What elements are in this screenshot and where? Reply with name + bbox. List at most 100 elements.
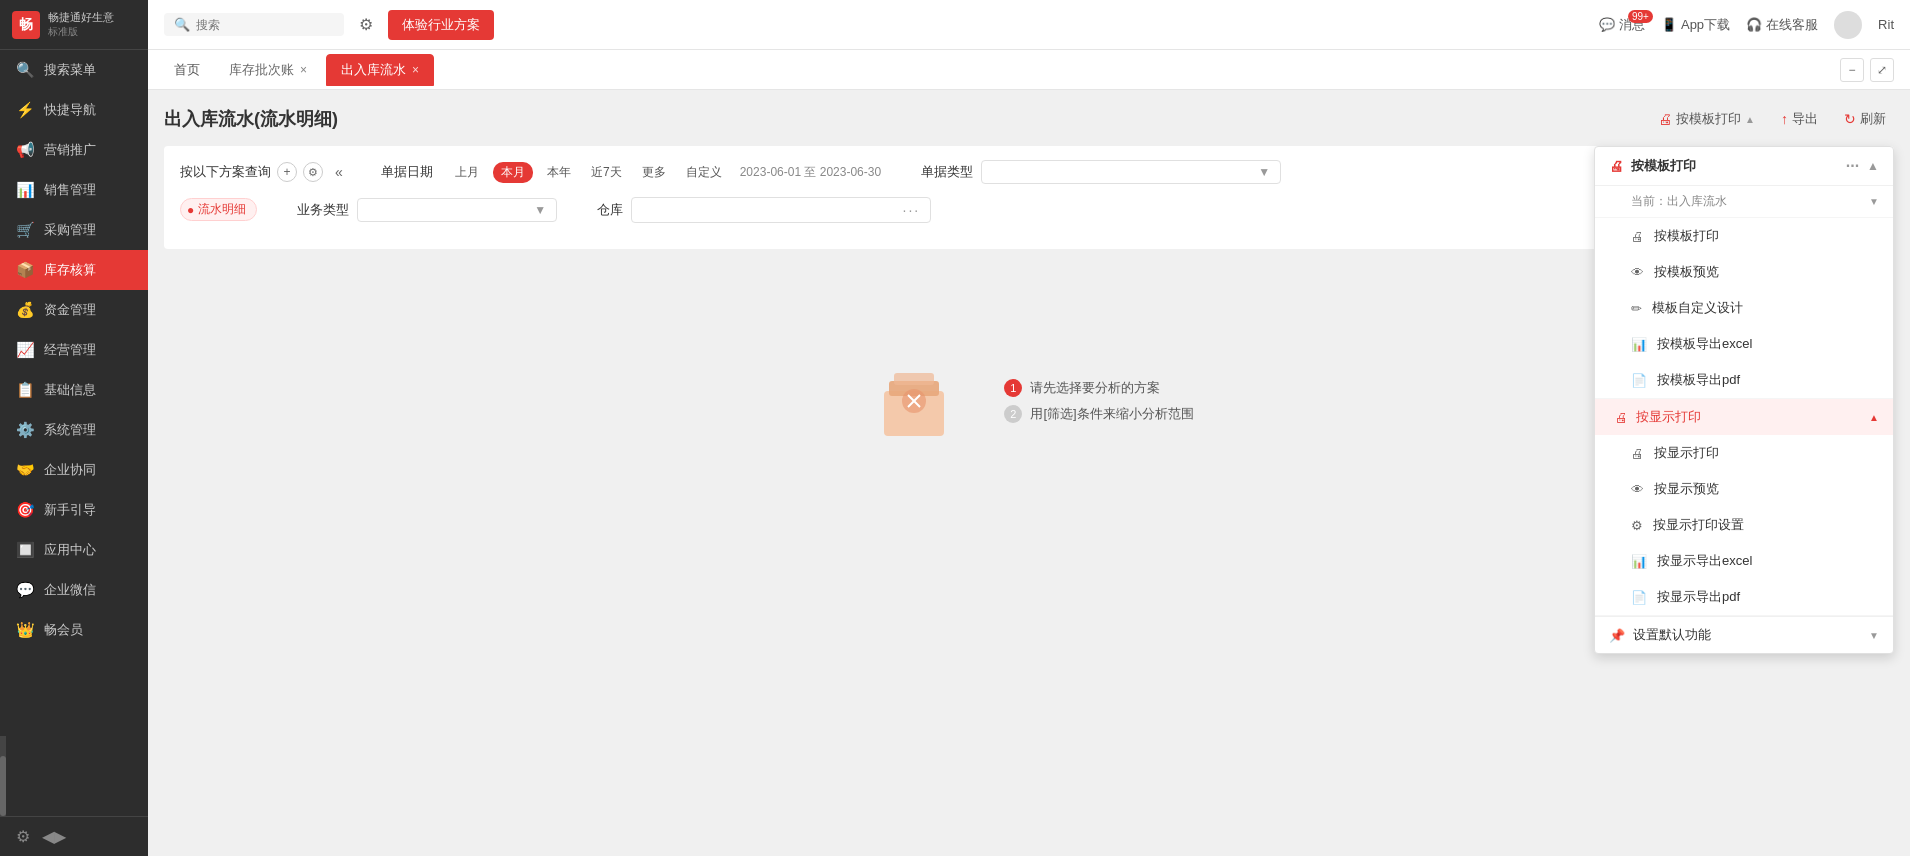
sidebar-item-marketing[interactable]: 📢 营销推广 [0,130,148,170]
online-service-button[interactable]: 🎧 在线客服 [1746,16,1818,34]
username: Rit [1878,17,1894,32]
empty-illustration [864,351,964,451]
print-icon: 🖨 [1631,229,1644,244]
date-last-month[interactable]: 上月 [449,162,485,183]
sidebar-item-operation[interactable]: 📈 经营管理 [0,330,148,370]
display-section-header[interactable]: 🖨 按显示打印 ▲ [1595,399,1893,435]
biz-type-select[interactable]: ▼ [357,198,557,222]
template-section: 🖨 按模板打印 👁 按模板预览 ✏ 模板自定义设计 📊 按模板导出excel 📄 [1595,218,1893,399]
target-icon: 🎯 [16,501,34,519]
more-dots-icon: ··· [903,202,921,218]
sidebar-scrollbar [0,736,6,816]
chevron-up-icon: ▲ [1745,114,1755,125]
search-icon: 🔍 [16,61,34,79]
app-icon: 🔲 [16,541,34,559]
sidebar-item-sales[interactable]: 📊 销售管理 [0,170,148,210]
template-export-pdf-item[interactable]: 📄 按模板导出pdf [1595,362,1893,398]
date-custom[interactable]: 自定义 [680,162,728,183]
sidebar-item-system[interactable]: ⚙️ 系统管理 [0,410,148,450]
page-header: 出入库流水(流水明细) 🖨 按模板打印 ▲ ↑ 导出 ↻ 刷新 [164,106,1894,132]
gear-icon: ⚙️ [16,421,34,439]
refresh-button[interactable]: ↻ 刷新 [1836,106,1894,132]
search-icon: 🔍 [174,17,190,32]
date-range: 2023-06-01 至 2023-06-30 [740,164,881,181]
display-settings-icon: ⚙ [1631,518,1643,533]
dropdown-header-left: 🖨 按模板打印 [1609,157,1696,175]
industry-solution-button[interactable]: 体验行业方案 [388,10,494,40]
chevron-up-icon[interactable]: ▲ [1867,159,1879,173]
wechat-icon: 💬 [16,581,34,599]
sidebar-item-enterprise[interactable]: 🤝 企业协同 [0,450,148,490]
display-preview-item[interactable]: 👁 按显示预览 [1595,471,1893,507]
sidebar-item-inventory[interactable]: 📦 库存核算 [0,250,148,290]
more-options-icon[interactable]: ··· [1846,157,1859,175]
date-this-month[interactable]: 本月 [493,162,533,183]
display-export-excel-item[interactable]: 📊 按显示导出excel [1595,543,1893,579]
doc-type-label: 单据类型 [921,163,973,181]
step-2-number: 2 [1004,405,1022,423]
export-button[interactable]: ↑ 导出 [1773,106,1826,132]
crown-icon: 👑 [16,621,34,639]
topbar-search-box[interactable]: 🔍 [164,13,344,36]
design-icon: ✏ [1631,301,1642,316]
date-this-year[interactable]: 本年 [541,162,577,183]
tab-batch-account[interactable]: 库存批次账 × [214,54,322,86]
display-export-pdf-item[interactable]: 📄 按显示导出pdf [1595,579,1893,615]
sidebar-bottom: ⚙ ◀▶ [0,816,148,856]
collapse-icon[interactable]: ◀▶ [42,827,66,846]
filter-gear-button[interactable]: ⚙ [303,162,323,182]
search-input[interactable] [196,18,316,32]
page-actions: 🖨 按模板打印 ▲ ↑ 导出 ↻ 刷新 [1650,106,1894,132]
template-print-item[interactable]: 🖨 按模板打印 [1595,218,1893,254]
filter-add-button[interactable]: + [277,162,297,182]
step-1-number: 1 [1004,379,1022,397]
template-preview-item[interactable]: 👁 按模板预览 [1595,254,1893,290]
dropdown-footer[interactable]: 📌 设置默认功能 ▼ [1595,616,1893,653]
sidebar-item-guide[interactable]: 🎯 新手引导 [0,490,148,530]
sidebar-nav: 🔍 搜索菜单 ⚡ 快捷导航 📢 营销推广 📊 销售管理 🛒 采购管理 📦 库存核… [0,50,148,736]
warehouse-select[interactable]: ··· [631,197,931,223]
footer-left: 📌 设置默认功能 [1609,626,1711,644]
chart-icon: 📊 [16,181,34,199]
print-template-button[interactable]: 🖨 按模板打印 ▲ [1650,106,1763,132]
logo-text: 畅捷通好生意 标准版 [48,10,114,39]
settings-icon[interactable]: ⚙ [16,827,30,846]
sidebar-item-member[interactable]: 👑 畅会员 [0,610,148,650]
preview-icon: 👁 [1631,265,1644,280]
avatar [1834,11,1862,39]
template-custom-item[interactable]: ✏ 模板自定义设计 [1595,290,1893,326]
tab-minimize-button[interactable]: − [1840,58,1864,82]
sidebar-item-basic[interactable]: 📋 基础信息 [0,370,148,410]
filter-collapse-button[interactable]: « [329,162,349,182]
message-button[interactable]: 💬 消息 99+ [1599,16,1645,34]
display-print-settings-item[interactable]: ⚙ 按显示打印设置 [1595,507,1893,543]
sidebar-item-app-center[interactable]: 🔲 应用中心 [0,530,148,570]
printer-header-icon: 🖨 [1609,158,1623,174]
flash-icon: ⚡ [16,101,34,119]
display-print-item[interactable]: 🖨 按显示打印 [1595,435,1893,471]
date-7-days[interactable]: 近7天 [585,162,628,183]
sidebar-item-purchase[interactable]: 🛒 采购管理 [0,210,148,250]
template-export-excel-item[interactable]: 📊 按模板导出excel [1595,326,1893,362]
tab-flow-detail[interactable]: 出入库流水 × [326,54,434,86]
tab-maximize-button[interactable]: ⤢ [1870,58,1894,82]
filter-chip-flow[interactable]: ● 流水明细 [180,198,257,221]
display-pdf-icon: 📄 [1631,590,1647,605]
dropdown-panel: 🖨 按模板打印 ··· ▲ 当前：出入库流水 ▼ 🖨 按模板打印 [1594,146,1894,654]
sidebar-item-search[interactable]: 🔍 搜索菜单 [0,50,148,90]
topbar-gear-icon[interactable]: ⚙ [352,11,380,39]
doc-type-select[interactable]: ▼ [981,160,1281,184]
sidebar-item-wechat[interactable]: 💬 企业微信 [0,570,148,610]
tab-batch-close[interactable]: × [300,63,307,77]
app-download-button[interactable]: 📱 App下载 [1661,16,1730,34]
tab-home[interactable]: 首页 [164,55,210,85]
search-label: 按以下方案查询 [180,163,271,181]
tab-flow-close[interactable]: × [412,63,419,77]
sidebar-item-finance[interactable]: 💰 资金管理 [0,290,148,330]
filter-chip-group: ● 流水明细 [180,198,257,221]
message-badge: 99+ [1628,10,1653,23]
speaker-icon: 📢 [16,141,34,159]
empty-content: 1 请先选择要分析的方案 2 用[筛选]条件来缩小分析范围 [864,351,1193,451]
sidebar-item-quick-nav[interactable]: ⚡ 快捷导航 [0,90,148,130]
date-more[interactable]: 更多 [636,162,672,183]
